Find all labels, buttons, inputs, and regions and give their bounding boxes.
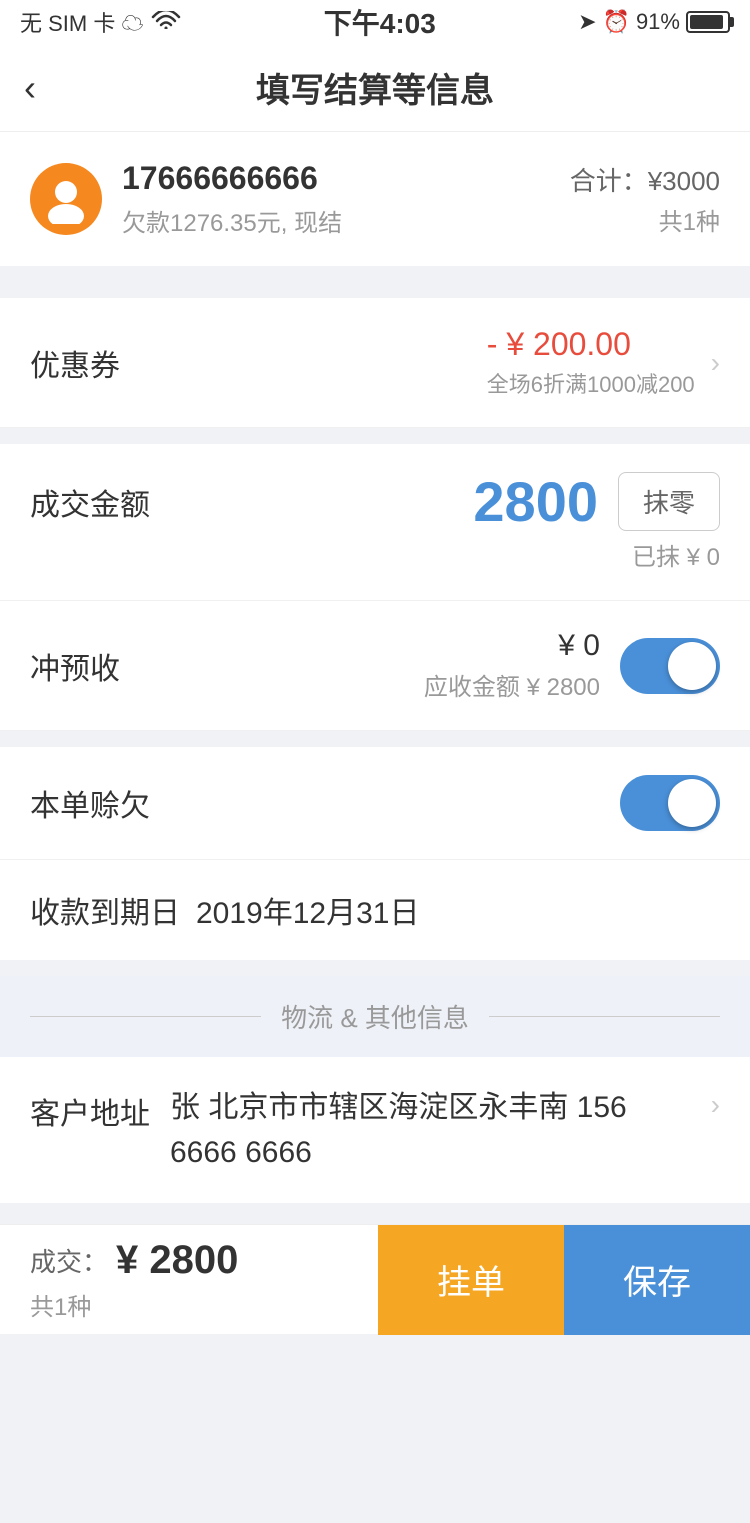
status-right: ➤ ⏰ 91% <box>578 9 730 35</box>
amount-section: 成交金额 2800 抹零 已抹 ¥ 0 <box>0 444 750 601</box>
status-time: 下午4:03 <box>324 2 436 42</box>
address-row[interactable]: 客户地址 张 北京市市辖区海淀区永丰南 156 6666 6666 › <box>0 1057 750 1203</box>
divider-4 <box>0 960 750 976</box>
coupon-label: 优惠券 <box>30 341 120 385</box>
amount-label: 成交金额 <box>30 480 150 524</box>
amount-sub: 已抹 ¥ 0 <box>30 537 720 572</box>
prepay-toggle[interactable] <box>620 638 720 694</box>
coupon-chevron-icon: › <box>711 347 720 379</box>
page-title: 填写结算等信息 <box>256 63 494 112</box>
address-label: 客户地址 <box>30 1089 150 1133</box>
back-button[interactable]: ‹ <box>24 67 36 109</box>
prepay-row: 冲预收 ¥ 0 应收金额 ¥ 2800 <box>0 601 750 731</box>
prepay-amount: ¥ 0 <box>424 629 600 663</box>
divider-2 <box>0 428 750 444</box>
deal-amount: ¥ 2800 <box>116 1238 238 1283</box>
customer-debt: 欠款1276.35元, 现结 <box>122 203 342 238</box>
amount-value: 2800 <box>473 474 598 530</box>
hang-button[interactable]: 挂单 <box>378 1225 564 1335</box>
round-button[interactable]: 抹零 <box>618 472 720 531</box>
logistics-label: 物流 & 其他信息 <box>281 998 469 1035</box>
battery-icon <box>686 11 730 33</box>
battery-percent: 91% <box>636 9 680 35</box>
deal-count: 共1种 <box>30 1287 348 1322</box>
status-left: 无 SIM 卡 ☁ <box>20 6 181 38</box>
status-bar: 无 SIM 卡 ☁ 下午4:03 ➤ ⏰ 91% <box>0 0 750 44</box>
prepay-toggle-knob <box>668 642 716 690</box>
coupon-value: - ¥ 200.00 <box>487 326 695 363</box>
customer-phone: 17666666666 <box>122 160 342 197</box>
debt-toggle-knob <box>668 779 716 827</box>
due-date-value: 2019年12月31日 <box>196 888 419 932</box>
logistics-header: 物流 & 其他信息 <box>0 976 750 1057</box>
alarm-icon: ⏰ <box>603 9 630 35</box>
avatar-icon <box>41 174 91 224</box>
address-chevron-icon: › <box>711 1089 720 1121</box>
deal-label: 成交： <box>30 1242 108 1279</box>
save-button[interactable]: 保存 <box>564 1225 750 1335</box>
due-date-label: 收款到期日 <box>30 888 180 932</box>
divider-1 <box>0 282 750 298</box>
address-value: 张 北京市市辖区海淀区永丰南 156 6666 6666 <box>170 1085 701 1175</box>
coupon-desc: 全场6折满1000减200 <box>487 367 695 399</box>
coupon-row[interactable]: 优惠券 - ¥ 200.00 全场6折满1000减200 › <box>0 298 750 428</box>
location-icon: ➤ <box>578 9 596 35</box>
total-count: 共1种 <box>570 202 720 237</box>
debt-label: 本单赊欠 <box>30 781 150 825</box>
prepay-sub: 应收金额 ¥ 2800 <box>424 667 600 702</box>
divider-3 <box>0 731 750 747</box>
customer-card: 17666666666 欠款1276.35元, 现结 合计：¥3000 共1种 <box>0 132 750 266</box>
avatar <box>30 163 102 235</box>
prepay-label: 冲预收 <box>30 644 120 688</box>
debt-toggle[interactable] <box>620 775 720 831</box>
total-amount: 合计：¥3000 <box>570 161 720 198</box>
page-header: ‹ 填写结算等信息 <box>0 44 750 132</box>
bottom-bar: 成交： ¥ 2800 共1种 挂单 保存 <box>0 1224 750 1334</box>
debt-row: 本单赊欠 <box>0 747 750 859</box>
wifi-icon <box>151 11 181 33</box>
sim-label: 无 SIM 卡 ☁ <box>20 6 143 38</box>
due-date-row: 收款到期日 2019年12月31日 <box>0 859 750 960</box>
bottom-summary: 成交： ¥ 2800 共1种 <box>0 1238 378 1322</box>
